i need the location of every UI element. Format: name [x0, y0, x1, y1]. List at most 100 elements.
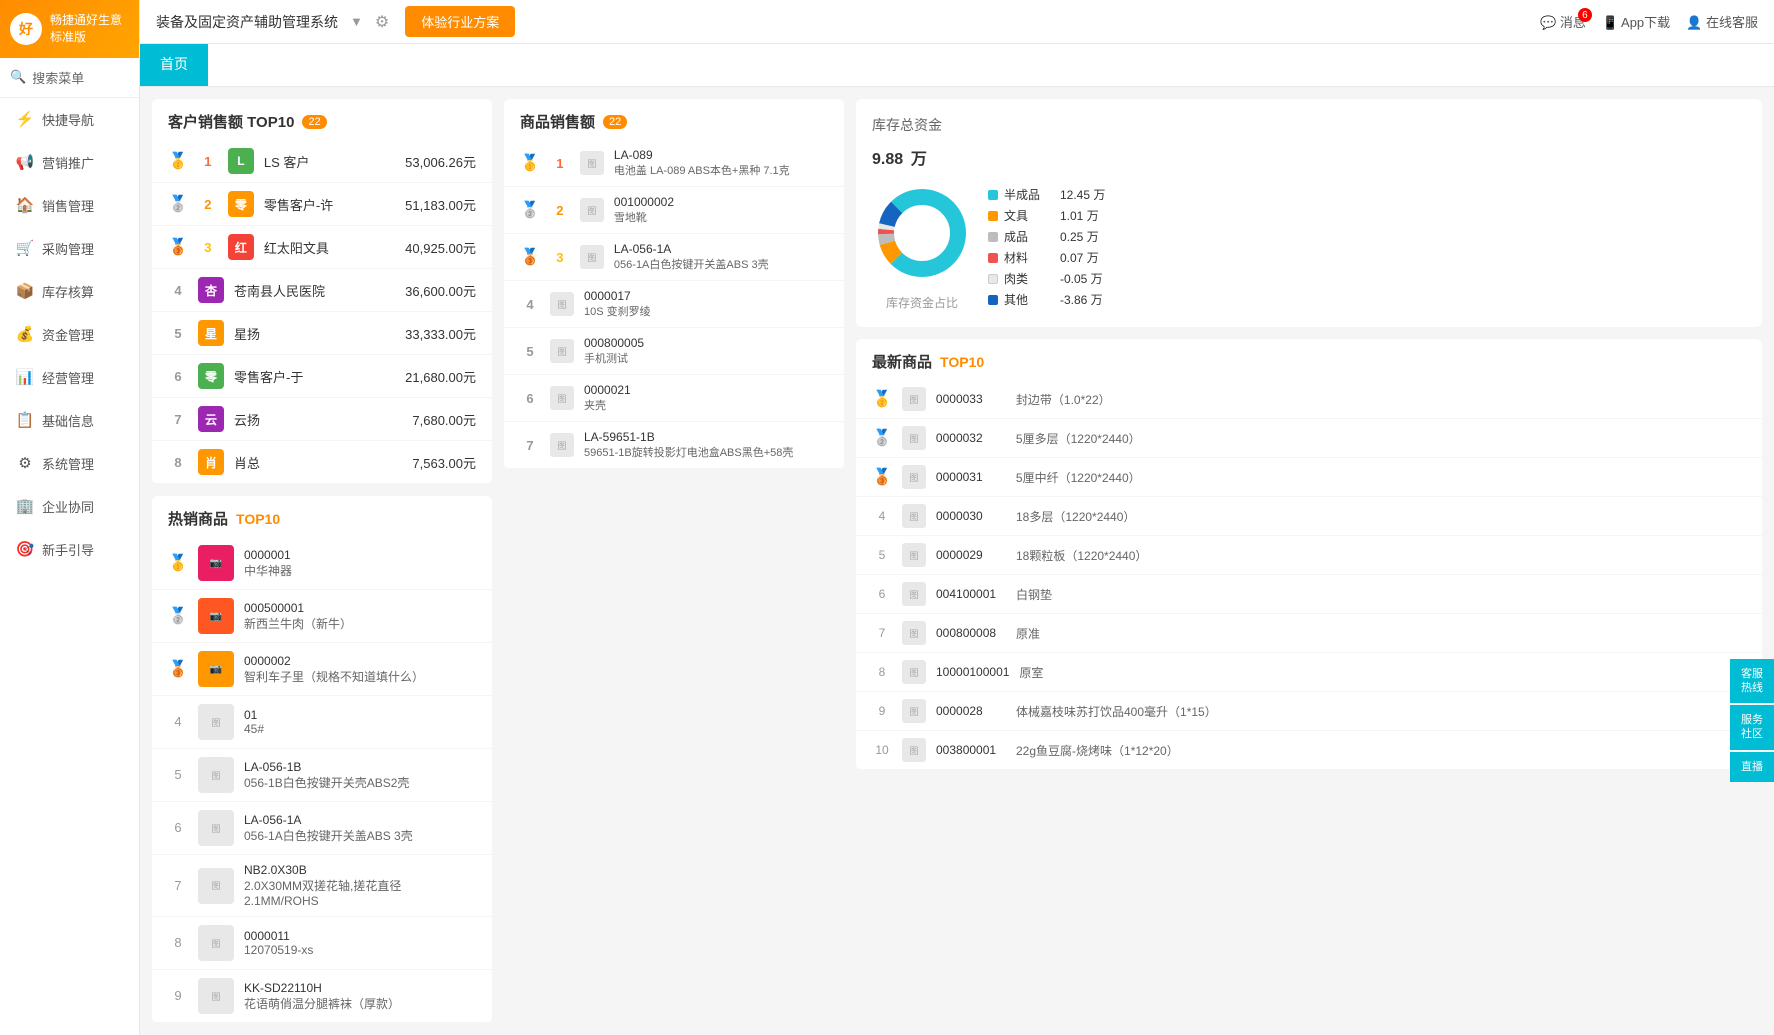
customer-rank-item[interactable]: 8 肖 肖总 7,563.00元: [152, 441, 492, 484]
sidebar-item-system[interactable]: ⚙ 系统管理: [0, 442, 139, 485]
customer-rank-item[interactable]: 🥉 3 红 红太阳文具 40,925.00元: [152, 226, 492, 269]
product-rank-item[interactable]: 4 图 0000017 10S 变刹罗绫: [504, 281, 844, 328]
customer-rank-item[interactable]: 6 零 零售客户-于 21,680.00元: [152, 355, 492, 398]
product-details: 01 45#: [244, 708, 476, 736]
online-service-button[interactable]: 👤 在线客服: [1686, 12, 1758, 31]
app-download-button[interactable]: 📱 App下载: [1602, 12, 1670, 31]
customer-rank-item[interactable]: 🥇 1 L LS 客户 53,006.26元: [152, 140, 492, 183]
new-product-item[interactable]: 🥇 图 0000033 封边带（1.0*22）: [856, 380, 1762, 419]
sidebar-item-sales[interactable]: 🏠 销售管理: [0, 184, 139, 227]
hot-product-item[interactable]: 🥇 📷 0000001 中华神器: [152, 537, 492, 590]
customer-rank-item[interactable]: 5 星 星扬 33,333.00元: [152, 312, 492, 355]
new-product-item[interactable]: 🥈 图 0000032 5厘多层（1220*2440）: [856, 419, 1762, 458]
new-product-item[interactable]: 5 图 0000029 18颗粒板（1220*2440）: [856, 536, 1762, 575]
product-rank-name: 手机测试: [584, 350, 828, 366]
dropdown-arrow-icon[interactable]: ▼: [350, 14, 363, 29]
new-rank-number: 5: [872, 548, 892, 562]
inventory-panel-content: 库存总资金 9.88 万: [856, 99, 1762, 327]
new-product-code: 10000100001: [936, 665, 1009, 679]
new-rank-number: 9: [872, 704, 892, 718]
hot-product-item[interactable]: 🥉 📷 0000002 智利车子里（规格不知道填什么）: [152, 643, 492, 696]
legend-item-6: 其他 -3.86 万: [988, 291, 1105, 308]
sidebar-item-basic-info[interactable]: 📋 基础信息: [0, 399, 139, 442]
customer-avatar: 肖: [198, 449, 224, 475]
new-product-name: 18颗粒板（1220*2440）: [1016, 547, 1746, 564]
legend-item-3: 成品 0.25 万: [988, 228, 1105, 245]
customer-avatar: 红: [228, 234, 254, 260]
sidebar-item-finance[interactable]: 💰 资金管理: [0, 313, 139, 356]
hot-product-item[interactable]: 4 图 01 45#: [152, 696, 492, 749]
hot-product-item[interactable]: 6 图 LA-056-1A 056-1A白色按键开关盖ABS 3壳: [152, 802, 492, 855]
new-product-item[interactable]: 8 图 10000100001 原室: [856, 653, 1762, 692]
product-rank-code: LA-59651-1B: [584, 430, 828, 444]
product-rank-item[interactable]: 5 图 000800005 手机测试: [504, 328, 844, 375]
sidebar-item-marketing[interactable]: 📢 营销推广: [0, 141, 139, 184]
hot-rank-icon: 6: [168, 819, 188, 837]
product-rank-item[interactable]: 🥇 1 图 LA-089 电池盖 LA-089 ABS本色+黑种 7.1克: [504, 140, 844, 187]
rank-number: 7: [520, 438, 540, 453]
product-rank-item[interactable]: 7 图 LA-59651-1B 59651-1B旋转投影灯电池盒ABS黑色+58…: [504, 422, 844, 469]
sidebar-item-guide[interactable]: 🎯 新手引导: [0, 528, 139, 571]
hot-product-item[interactable]: 8 图 0000011 12070519-xs: [152, 917, 492, 970]
trial-button[interactable]: 体验行业方案: [405, 6, 515, 37]
enterprise-icon: 🏢: [16, 497, 34, 515]
product-rank-thumbnail: 图: [550, 433, 574, 457]
sidebar-item-enterprise[interactable]: 🏢 企业协同: [0, 485, 139, 528]
product-ranking-badge: 22: [603, 115, 627, 129]
new-product-item[interactable]: 4 图 0000030 18多层（1220*2440）: [856, 497, 1762, 536]
customer-rank-item[interactable]: 4 杏 苍南县人民医院 36,600.00元: [152, 269, 492, 312]
float-customer-service[interactable]: 客服 热线: [1730, 659, 1774, 704]
rank-number: 4: [520, 297, 540, 312]
new-product-item[interactable]: 7 图 000800008 原准: [856, 614, 1762, 653]
legend-item-1: 半成品 12.45 万: [988, 186, 1105, 203]
customer-name: 肖总: [234, 453, 402, 472]
hot-product-item[interactable]: 7 图 NB2.0X30B 2.0X30MM双搓花轴,搓花直径2.1MM/ROH…: [152, 855, 492, 917]
left-column: 客户销售额 TOP10 22 🥇 1 L LS 客户 53,006.26元 🥈 …: [152, 99, 492, 1023]
finance-icon: 💰: [16, 325, 34, 343]
product-rank-item[interactable]: 🥈 2 图 001000002 雪地靴: [504, 187, 844, 234]
content-main: 客户销售额 TOP10 22 🥇 1 L LS 客户 53,006.26元 🥈 …: [140, 87, 1774, 1035]
messages-button[interactable]: 💬 消息 6: [1540, 12, 1586, 31]
hot-rank-icon: 5: [168, 766, 188, 784]
topbar-right: 💬 消息 6 📱 App下载 👤 在线客服: [1540, 12, 1758, 31]
customer-avatar: 云: [198, 406, 224, 432]
customer-name: 云扬: [234, 410, 402, 429]
new-product-thumbnail: 图: [902, 504, 926, 528]
product-name: 12070519-xs: [244, 943, 476, 957]
search-menu[interactable]: 🔍 搜索菜单: [0, 58, 139, 98]
sidebar-item-purchase[interactable]: 🛒 采购管理: [0, 227, 139, 270]
product-rank-item[interactable]: 6 图 0000021 夹壳: [504, 375, 844, 422]
tab-home[interactable]: 首页: [140, 44, 208, 86]
float-buttons: 客服 热线 服务 社区 直播: [1730, 659, 1774, 782]
float-service-community[interactable]: 服务 社区: [1730, 705, 1774, 750]
new-product-item[interactable]: 9 图 0000028 体械嘉枝味苏打饮品400毫升（1*15）: [856, 692, 1762, 731]
customer-avatar: 杏: [198, 277, 224, 303]
inventory-donut-label: 库存资金占比: [872, 294, 972, 311]
rank-number: 6: [520, 391, 540, 406]
customer-value: 33,333.00元: [405, 324, 476, 343]
hot-product-item[interactable]: 🥈 📷 000500001 新西兰牛肉（新牛）: [152, 590, 492, 643]
medal-icon: 🥈: [520, 200, 540, 220]
customer-rank-item[interactable]: 7 云 云扬 7,680.00元: [152, 398, 492, 441]
hot-products-title: 热销商品: [168, 508, 228, 529]
customer-name: 星扬: [234, 324, 395, 343]
settings-icon[interactable]: ⚙: [375, 12, 389, 32]
product-rank-item[interactable]: 🥉 3 图 LA-056-1A 056-1A白色按键开关盖ABS 3壳: [504, 234, 844, 281]
new-product-item[interactable]: 10 图 003800001 22g鱼豆腐-烧烤味（1*12*20）: [856, 731, 1762, 770]
customer-name: 零售客户-于: [234, 367, 395, 386]
new-product-item[interactable]: 6 图 004100001 白钢垫: [856, 575, 1762, 614]
sidebar-item-inventory[interactable]: 📦 库存核算: [0, 270, 139, 313]
product-rank-details: LA-056-1A 056-1A白色按键开关盖ABS 3壳: [614, 242, 828, 272]
new-products-header: 最新商品 TOP10: [856, 339, 1762, 380]
product-rank-details: LA-59651-1B 59651-1B旋转投影灯电池盒ABS黑色+58壳: [584, 430, 828, 460]
float-live[interactable]: 直播: [1730, 752, 1774, 782]
hot-product-item[interactable]: 9 图 KK-SD22110H 花语萌俏温分腿裤袜（厚款）: [152, 970, 492, 1023]
customer-rank-item[interactable]: 🥈 2 零 零售客户-许 51,183.00元: [152, 183, 492, 226]
sidebar-item-quick-nav[interactable]: ⚡ 快捷导航: [0, 98, 139, 141]
sidebar-item-operations[interactable]: 📊 经营管理: [0, 356, 139, 399]
hot-rank-icon: 4: [168, 713, 188, 731]
hot-product-item[interactable]: 5 图 LA-056-1B 056-1B白色按键开关壳ABS2壳: [152, 749, 492, 802]
product-name: 智利车子里（规格不知道填什么）: [244, 668, 476, 685]
new-product-item[interactable]: 🥉 图 0000031 5厘中纤（1220*2440）: [856, 458, 1762, 497]
inventory-summary-panel: 库存总资金 9.88 万: [856, 99, 1762, 327]
